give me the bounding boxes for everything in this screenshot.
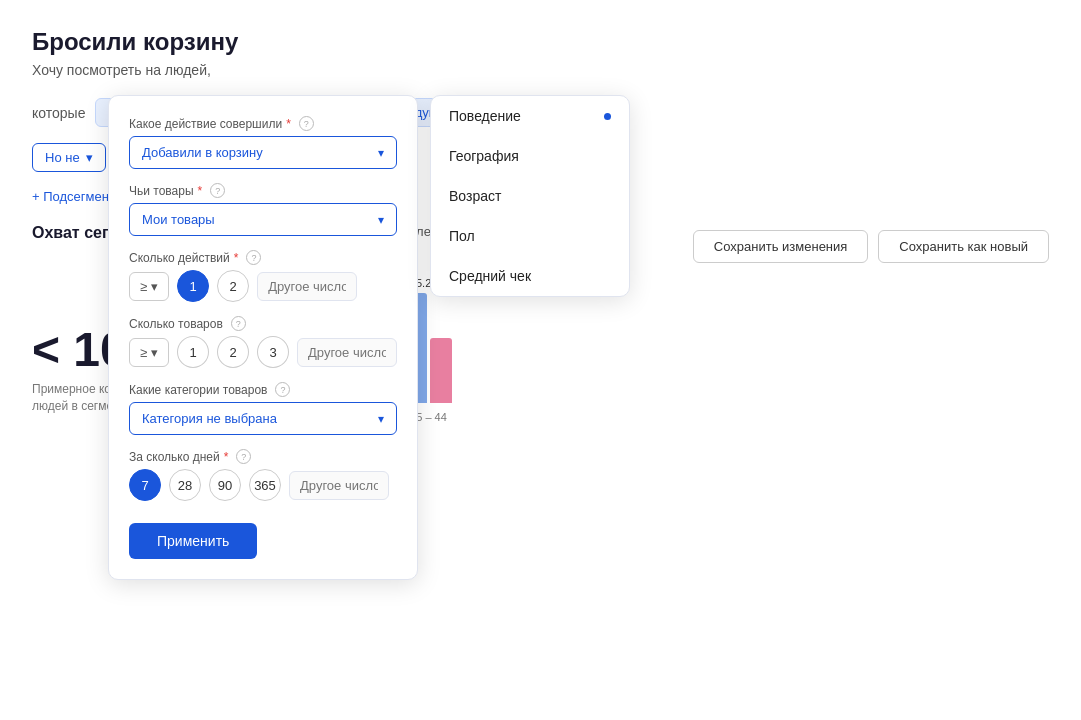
count-actions-row: ≥ ▾ 1 2 [129, 270, 397, 302]
days-row: 7 28 90 365 [129, 469, 397, 501]
count-goods-field: Сколько товаров ? ≥ ▾ 1 2 3 [129, 316, 397, 368]
count-goods-label: Сколько товаров ? [129, 316, 397, 331]
required-star-2: * [198, 184, 203, 198]
gte-symbol-2: ≥ [140, 345, 147, 360]
action-value: Добавили в корзину [142, 145, 263, 160]
count-actions-other[interactable] [257, 272, 357, 301]
count-help-icon[interactable]: ? [246, 250, 261, 265]
whose-field: Чьи товары * ? Мои товары ▾ [129, 183, 397, 236]
but-not-label: Но не [45, 150, 80, 165]
chevron-down-icon-5: ▾ [378, 412, 384, 426]
categories-field: Какие категории товаров ? Категория не в… [129, 382, 397, 435]
gte-select-actions[interactable]: ≥ ▾ [129, 272, 169, 301]
whose-help-icon[interactable]: ? [210, 183, 225, 198]
whose-select[interactable]: Мои товары ▾ [129, 203, 397, 236]
page-title: Бросили корзину [32, 28, 1049, 56]
action-select[interactable]: Добавили в корзину ▾ [129, 136, 397, 169]
dropdown-item-label-avg-check: Средний чек [449, 268, 531, 284]
dropdown-item-geography[interactable]: География [431, 136, 629, 176]
dot-icon [604, 113, 611, 120]
dropdown-item-behavior[interactable]: Поведение [431, 96, 629, 136]
dropdown-item-label-age: Возраст [449, 188, 501, 204]
days-label: За сколько дней * ? [129, 449, 397, 464]
dropdown-item-gender[interactable]: Пол [431, 216, 629, 256]
count-goods-btn-3[interactable]: 3 [257, 336, 289, 368]
dropdown-item-label-behavior: Поведение [449, 108, 521, 124]
dropdown-item-label-gender: Пол [449, 228, 475, 244]
chevron-down-icon: ▾ [86, 150, 93, 165]
count-goods-help-icon[interactable]: ? [231, 316, 246, 331]
whose-label: Чьи товары * ? [129, 183, 397, 198]
form-panel: Какое действие совершили * ? Добавили в … [108, 95, 418, 580]
gte-symbol: ≥ [140, 279, 147, 294]
count-actions-btn-1[interactable]: 1 [177, 270, 209, 302]
days-btn-7[interactable]: 7 [129, 469, 161, 501]
action-field: Какое действие совершили * ? Добавили в … [129, 116, 397, 169]
action-label: Какое действие совершили * ? [129, 116, 397, 131]
count-goods-btn-2[interactable]: 2 [217, 336, 249, 368]
but-not-select[interactable]: Но не ▾ [32, 143, 106, 172]
bar-pink-3 [430, 338, 452, 403]
dropdown-item-label-geography: География [449, 148, 519, 164]
count-actions-field: Сколько действий * ? ≥ ▾ 1 2 [129, 250, 397, 302]
page-container: Бросили корзину Хочу посмотреть на людей… [0, 0, 1081, 720]
chevron-down-icon-3: ▾ [151, 279, 158, 294]
chevron-down-icon-2: ▾ [378, 213, 384, 227]
days-other[interactable] [289, 471, 389, 500]
categories-help-icon[interactable]: ? [275, 382, 290, 397]
categories-select[interactable]: Категория не выбрана ▾ [129, 402, 397, 435]
required-star-4: * [224, 450, 229, 464]
count-goods-row: ≥ ▾ 1 2 3 [129, 336, 397, 368]
days-btn-365[interactable]: 365 [249, 469, 281, 501]
count-goods-other[interactable] [297, 338, 397, 367]
add-subsegment-button[interactable]: + Подсегмент [32, 189, 115, 204]
dropdown-item-age[interactable]: Возраст [431, 176, 629, 216]
action-help-icon[interactable]: ? [299, 116, 314, 131]
categories-value: Категория не выбрана [142, 411, 277, 426]
days-help-icon[interactable]: ? [236, 449, 251, 464]
chevron-down-icon: ▾ [378, 146, 384, 160]
whose-value: Мои товары [142, 212, 215, 227]
required-star: * [286, 117, 291, 131]
apply-button[interactable]: Применить [129, 523, 257, 559]
days-btn-28[interactable]: 28 [169, 469, 201, 501]
required-star-3: * [234, 251, 239, 265]
chevron-down-icon-4: ▾ [151, 345, 158, 360]
gte-select-goods[interactable]: ≥ ▾ [129, 338, 169, 367]
days-btn-90[interactable]: 90 [209, 469, 241, 501]
days-field: За сколько дней * ? 7 28 90 365 [129, 449, 397, 501]
count-actions-btn-2[interactable]: 2 [217, 270, 249, 302]
page-subtitle: Хочу посмотреть на людей, [32, 62, 1049, 78]
which-label: которые [32, 105, 85, 121]
dropdown-item-avg-check[interactable]: Средний чек [431, 256, 629, 296]
count-actions-label: Сколько действий * ? [129, 250, 397, 265]
categories-label: Какие категории товаров ? [129, 382, 397, 397]
count-goods-btn-1[interactable]: 1 [177, 336, 209, 368]
dropdown-menu: Поведение География Возраст Пол Средний … [430, 95, 630, 297]
